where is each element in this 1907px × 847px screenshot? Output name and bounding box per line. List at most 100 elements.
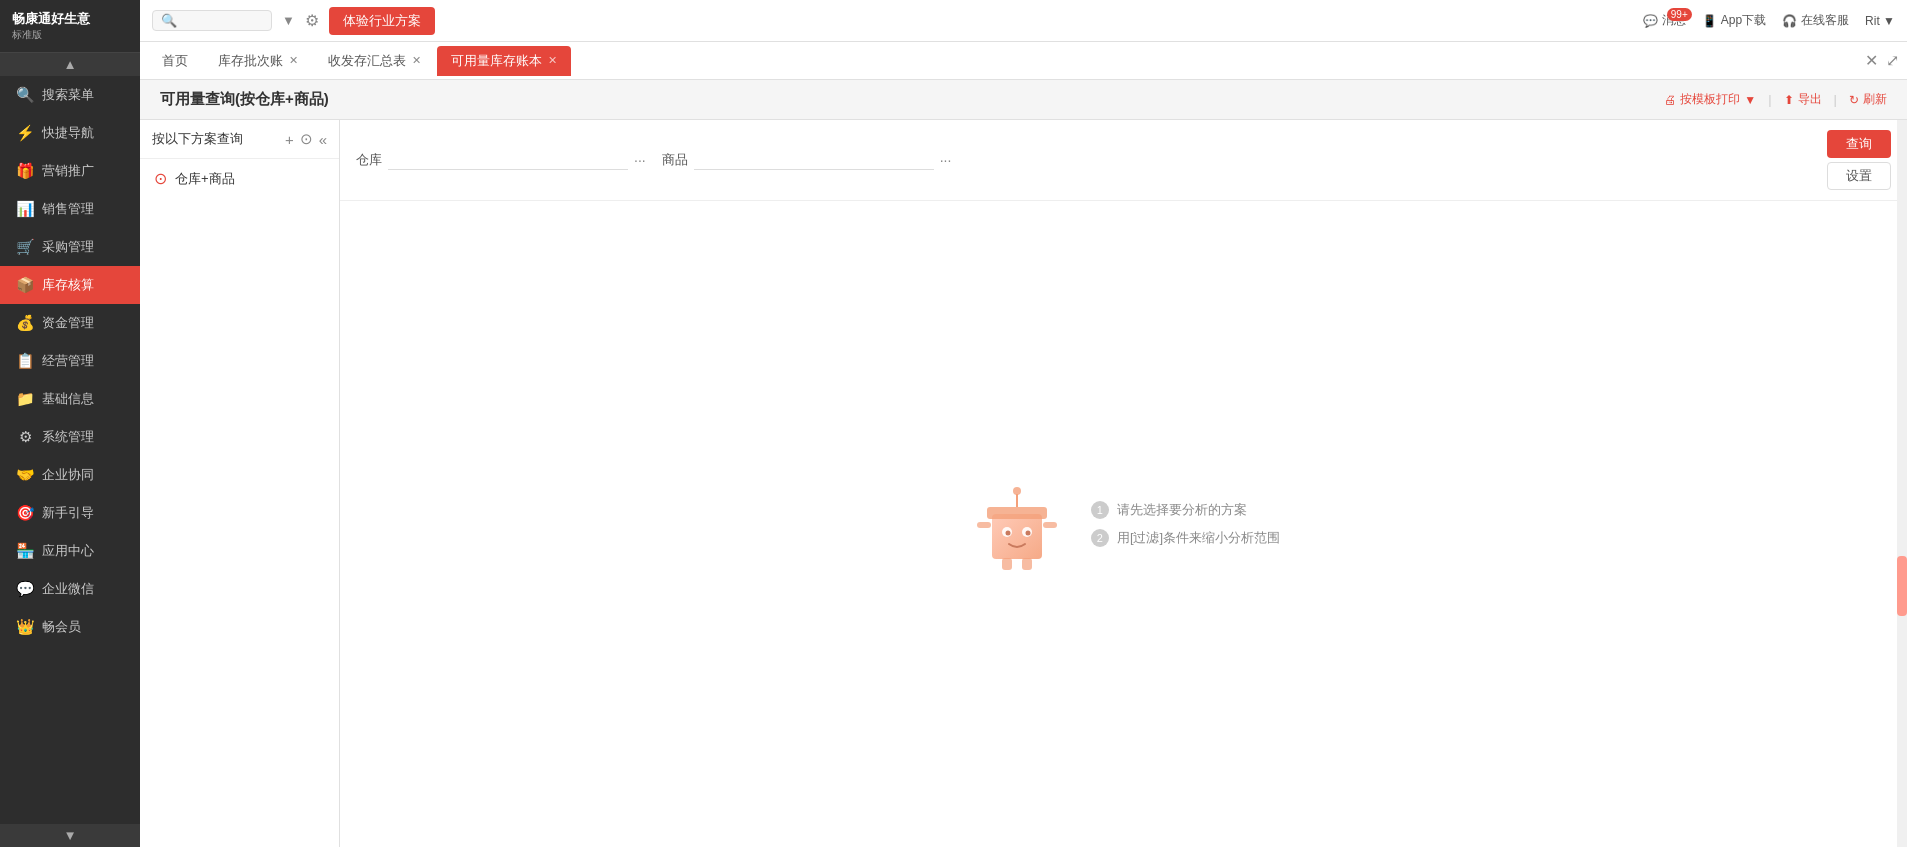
right-panel: 仓库 ··· 商品 ··· 查询 设置	[340, 120, 1907, 847]
plus-icon: +	[285, 131, 294, 148]
left-panel: 按以下方案查询 + ⊙ « ⊙ 仓库+商品	[140, 120, 340, 847]
app-download-button[interactable]: 📱 App下载	[1702, 12, 1766, 29]
svg-rect-6	[977, 522, 991, 528]
warehouse-more-icon[interactable]: ···	[634, 152, 646, 168]
svg-point-4	[1005, 531, 1010, 536]
user-menu[interactable]: Rit ▼	[1865, 14, 1895, 28]
right-scrollbar[interactable]	[1897, 120, 1907, 847]
sidebar-item-member[interactable]: 👑 畅会员	[0, 608, 140, 646]
sidebar-item-label: 营销推广	[42, 162, 94, 180]
sidebar-scroll-down[interactable]: ▼	[0, 824, 140, 847]
svg-rect-8	[1002, 558, 1012, 570]
chat-icon: 💬	[16, 580, 34, 598]
dropdown-arrow-icon[interactable]: ▼	[282, 13, 295, 28]
empty-tip-1: 1 请先选择要分析的方案	[1091, 501, 1280, 519]
sidebar-item-operations[interactable]: 📋 经营管理	[0, 342, 140, 380]
sidebar-item-shortcut[interactable]: ⚡ 快捷导航	[0, 114, 140, 152]
topbar: 🔍 ▼ ⚙ 体验行业方案 💬 消息 99+ 📱 App下载 🎧 在线客服 Rit…	[140, 0, 1907, 42]
left-panel-header: 按以下方案查询 + ⊙ «	[140, 120, 339, 159]
export-button[interactable]: ⬆ 导出	[1784, 91, 1822, 108]
content-area: 按以下方案查询 + ⊙ « ⊙ 仓库+商品	[140, 120, 1907, 847]
svg-rect-0	[992, 514, 1042, 559]
empty-tip-2: 2 用[过滤]条件来缩小分析范围	[1091, 529, 1280, 547]
print-label: 按模板打印	[1680, 91, 1740, 108]
tab-available[interactable]: 可用量库存账本 ✕	[437, 46, 571, 76]
trial-button[interactable]: 体验行业方案	[329, 7, 435, 35]
add-scheme-button[interactable]: +	[285, 131, 294, 148]
settings-icon: ⊙	[300, 130, 313, 147]
gear-icon: ⚙	[16, 428, 34, 446]
topbar-search-input[interactable]	[181, 14, 261, 28]
sidebar-item-label: 库存核算	[42, 276, 94, 294]
scheme-item-warehouse-goods[interactable]: ⊙ 仓库+商品	[140, 159, 339, 198]
tab-batch[interactable]: 库存批次账 ✕	[204, 46, 312, 76]
tab-summary-close-icon[interactable]: ✕	[412, 54, 421, 67]
tab-home[interactable]: 首页	[148, 46, 202, 76]
headset-icon: 🎧	[1782, 14, 1797, 28]
sidebar-item-purchase[interactable]: 🛒 采购管理	[0, 228, 140, 266]
scheme-settings-button[interactable]: ⊙	[300, 130, 313, 148]
folder-icon: 📁	[16, 390, 34, 408]
empty-tips: 1 请先选择要分析的方案 2 用[过滤]条件来缩小分析范围	[1091, 501, 1280, 547]
sidebar-item-finance[interactable]: 💰 资金管理	[0, 304, 140, 342]
sidebar-item-basic[interactable]: 📁 基础信息	[0, 380, 140, 418]
sidebar-item-label: 应用中心	[42, 542, 94, 560]
sidebar-item-newbie[interactable]: 🎯 新手引导	[0, 494, 140, 532]
goods-input[interactable]	[694, 150, 934, 170]
topbar-right: 💬 消息 99+ 📱 App下载 🎧 在线客服 Rit ▼	[1643, 12, 1895, 29]
handshake-icon: 🤝	[16, 466, 34, 484]
sidebar-item-label: 快捷导航	[42, 124, 94, 142]
sidebar-item-corp[interactable]: 🤝 企业协同	[0, 456, 140, 494]
query-button[interactable]: 查询	[1827, 130, 1891, 158]
sidebar-item-search[interactable]: 🔍 搜索菜单	[0, 76, 140, 114]
brand-name: 畅康通好生意	[12, 10, 128, 28]
store-icon: 🏪	[16, 542, 34, 560]
tab-batch-close-icon[interactable]: ✕	[289, 54, 298, 67]
print-icon: 🖨	[1664, 93, 1676, 107]
sidebar-item-label: 采购管理	[42, 238, 94, 256]
empty-illustration	[967, 474, 1067, 574]
tip-text-2: 用[过滤]条件来缩小分析范围	[1117, 529, 1280, 547]
tab-summary[interactable]: 收发存汇总表 ✕	[314, 46, 435, 76]
export-icon: ⬆	[1784, 93, 1794, 107]
tabs-bar: 首页 库存批次账 ✕ 收发存汇总表 ✕ 可用量库存账本 ✕ ✕ ⤢	[140, 42, 1907, 80]
expand-button[interactable]: ⤢	[1886, 51, 1899, 70]
svg-rect-9	[1022, 558, 1032, 570]
sidebar-item-sales[interactable]: 📊 销售管理	[0, 190, 140, 228]
warehouse-input[interactable]	[388, 150, 628, 170]
sidebar-item-label: 新手引导	[42, 504, 94, 522]
collapse-panel-button[interactable]: «	[319, 131, 327, 148]
scrollbar-thumb[interactable]	[1897, 556, 1907, 616]
sidebar-item-label: 搜索菜单	[42, 86, 94, 104]
target-icon: 🎯	[16, 504, 34, 522]
filter-settings-button[interactable]: 设置	[1827, 162, 1891, 190]
sidebar-item-marketing[interactable]: 🎁 营销推广	[0, 152, 140, 190]
warehouse-label: 仓库	[356, 151, 382, 169]
tab-batch-label: 库存批次账	[218, 52, 283, 70]
sidebar-scroll-up[interactable]: ▲	[0, 53, 140, 76]
sidebar-item-inventory[interactable]: 📦 库存核算	[0, 266, 140, 304]
sidebar-item-system[interactable]: ⚙ 系统管理	[0, 418, 140, 456]
sidebar-item-label: 资金管理	[42, 314, 94, 332]
empty-inner: 1 请先选择要分析的方案 2 用[过滤]条件来缩小分析范围	[967, 474, 1280, 574]
separator: |	[1768, 92, 1771, 107]
refresh-icon: ↻	[1849, 93, 1859, 107]
goods-more-icon[interactable]: ···	[940, 152, 952, 168]
main-area: 🔍 ▼ ⚙ 体验行业方案 💬 消息 99+ 📱 App下载 🎧 在线客服 Rit…	[140, 0, 1907, 847]
topbar-gear-icon[interactable]: ⚙	[305, 11, 319, 30]
search-icon: 🔍	[16, 86, 34, 104]
sidebar-item-appstore[interactable]: 🏪 应用中心	[0, 532, 140, 570]
print-button[interactable]: 🖨 按模板打印 ▼	[1664, 91, 1756, 108]
money-icon: 💰	[16, 314, 34, 332]
message-button[interactable]: 💬 消息 99+	[1643, 12, 1686, 29]
tab-available-close-icon[interactable]: ✕	[548, 54, 557, 67]
close-tab-button[interactable]: ✕	[1865, 51, 1878, 70]
sidebar-header: 畅康通好生意 标准版	[0, 0, 140, 53]
svg-rect-7	[1043, 522, 1057, 528]
online-service-button[interactable]: 🎧 在线客服	[1782, 12, 1849, 29]
sidebar-item-wechat[interactable]: 💬 企业微信	[0, 570, 140, 608]
page-header-actions: 🖨 按模板打印 ▼ | ⬆ 导出 | ↻ 刷新	[1664, 91, 1887, 108]
topbar-search-box: 🔍	[152, 10, 272, 31]
refresh-button[interactable]: ↻ 刷新	[1849, 91, 1887, 108]
service-label: 在线客服	[1801, 12, 1849, 29]
